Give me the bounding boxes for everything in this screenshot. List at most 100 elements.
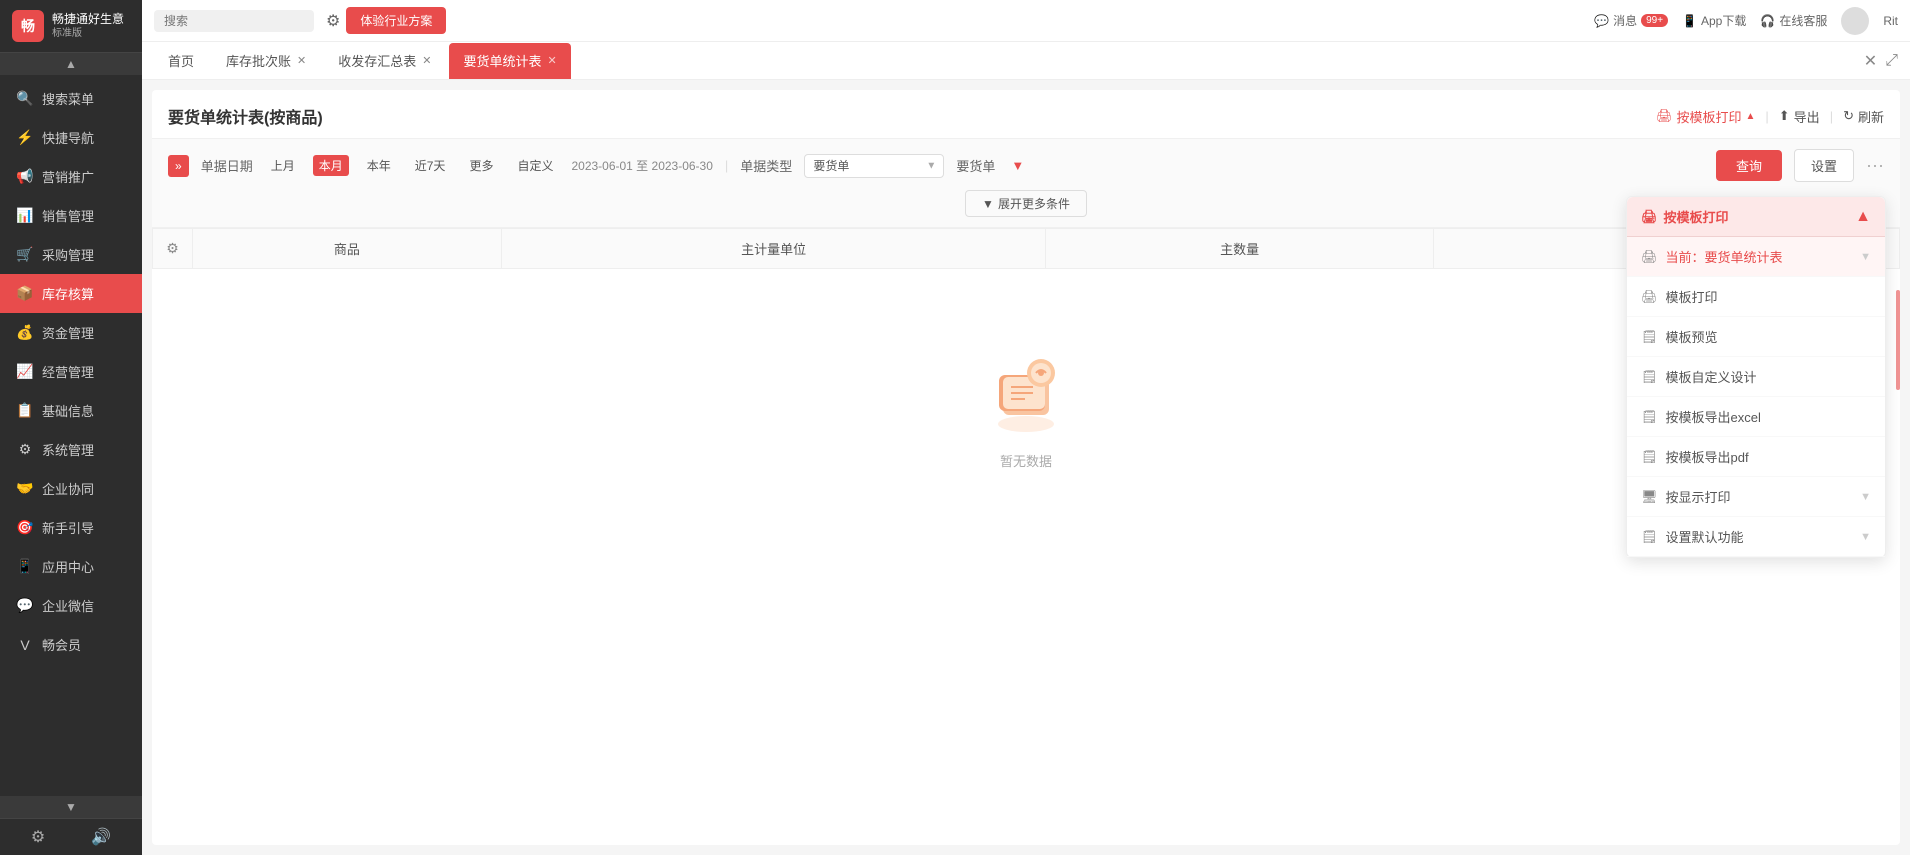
tabs-right: ✕ ⤢	[1864, 51, 1898, 71]
top-header: ⚙ 体验行业方案 💬 消息 99+ 📱 App下载 🎧 在线客服 Rit	[142, 0, 1910, 42]
sidebar-item-appcenter[interactable]: 📱 应用中心	[0, 547, 142, 586]
dropdown-header: 🖨 按模板打印 ▲	[1627, 197, 1885, 237]
date-btn-7days[interactable]: 近7天	[409, 155, 452, 176]
template-preview-icon: 🗒	[1641, 329, 1658, 345]
sidebar-scroll-up[interactable]: ▲	[0, 53, 142, 75]
refresh-button[interactable]: ↻ 刷新	[1843, 107, 1884, 126]
export-pdf-icon: 🗒	[1641, 449, 1658, 465]
date-btn-more[interactable]: 更多	[463, 155, 499, 176]
dropdown-current-template[interactable]: 🖨 当前：要货单统计表 ▼	[1627, 237, 1885, 277]
template-print-icon: 🖨	[1641, 289, 1658, 305]
main-area: ⚙ 体验行业方案 💬 消息 99+ 📱 App下载 🎧 在线客服 Rit	[142, 0, 1910, 855]
inventory-icon: 📦	[16, 285, 34, 302]
avatar[interactable]	[1841, 7, 1869, 35]
sidebar-item-basic[interactable]: 📋 基础信息	[0, 391, 142, 430]
app-download-item[interactable]: 📱 App下载	[1682, 12, 1746, 29]
tab-home[interactable]: 首页	[154, 43, 208, 79]
tab-inventory-batch[interactable]: 库存批次账 ✕	[212, 43, 320, 79]
sidebar-item-member[interactable]: V 畅会员	[0, 625, 142, 664]
chevron-down-icon: ▼	[982, 197, 994, 211]
tab-receipt-summary[interactable]: 收发存汇总表 ✕	[324, 43, 445, 79]
tab-close-all-btn[interactable]: ✕	[1864, 51, 1877, 71]
sidebar-item-shortcut[interactable]: ⚡ 快捷导航	[0, 118, 142, 157]
dropdown-item-template-custom[interactable]: 🗒 模板自定义设计	[1627, 357, 1885, 397]
sidebar-item-wechat[interactable]: 💬 企业微信	[0, 586, 142, 625]
dropdown-item-set-default[interactable]: 🗒 设置默认功能 ▼	[1627, 517, 1885, 557]
sidebar-item-marketing[interactable]: 📢 营销推广	[0, 157, 142, 196]
chevron-right-set-default: ▼	[1860, 531, 1871, 543]
tabs-bar: 首页 库存批次账 ✕ 收发存汇总表 ✕ 要货单统计表 ✕ ✕ ⤢	[142, 42, 1910, 80]
type-select[interactable]: 要货单	[804, 154, 944, 178]
export-excel-icon: 🗒	[1641, 409, 1658, 425]
date-filter-label: 单据日期	[201, 156, 253, 175]
filter-row: » 单据日期 上月 本月 本年 近7天 更多 自定义 2023-06-01 至 …	[168, 149, 1884, 182]
expand-more-conditions-btn[interactable]: ▼ 展开更多条件	[965, 190, 1087, 217]
title-actions: 🖨 按模板打印 ▲ | ⬆ 导出 | ↻ 刷新	[1656, 107, 1884, 126]
sidebar-speaker-btn[interactable]: 🔊	[91, 827, 111, 847]
tab-maximize-btn[interactable]: ⤢	[1885, 51, 1898, 71]
search-input[interactable]	[154, 10, 314, 32]
sidebar-item-system[interactable]: ⚙ 系统管理	[0, 430, 142, 469]
dropdown-item-export-pdf[interactable]: 🗒 按模板导出pdf	[1627, 437, 1885, 477]
tab-order-stats[interactable]: 要货单统计表 ✕	[449, 43, 570, 79]
enterprise-icon: 🤝	[16, 480, 34, 497]
header-actions: ⚙ 体验行业方案	[326, 7, 446, 34]
template-print-button[interactable]: 🖨 按模板打印 ▲	[1656, 107, 1755, 126]
query-button[interactable]: 查询	[1716, 150, 1782, 181]
settings-icon: ⚙	[31, 829, 45, 846]
online-service-item[interactable]: 🎧 在线客服	[1760, 12, 1827, 29]
sidebar-settings-btn[interactable]: ⚙	[31, 827, 45, 847]
service-icon: 🎧	[1760, 14, 1775, 28]
sidebar-item-inventory[interactable]: 📦 库存核算	[0, 274, 142, 313]
sidebar: 畅 畅捷通好生意 标准版 ▲ 🔍 搜索菜单 ⚡ 快捷导航 📢 营销推广 📊 销售…	[0, 0, 142, 855]
dropdown-item-display-print[interactable]: 🖥 按显示打印 ▼	[1627, 477, 1885, 517]
order-type-toggle[interactable]: ▼	[1007, 158, 1028, 173]
date-btn-custom[interactable]: 自定义	[511, 155, 559, 176]
marketing-icon: 📢	[16, 168, 34, 185]
gear-icon-th[interactable]: ⚙	[166, 240, 179, 256]
sidebar-item-operation[interactable]: 📈 经营管理	[0, 352, 142, 391]
header-right: 💬 消息 99+ 📱 App下载 🎧 在线客服 Rit	[1594, 7, 1898, 35]
th-unit: 主计量单位	[501, 229, 1046, 269]
settings-button[interactable]: 设置	[1794, 149, 1854, 182]
basic-icon: 📋	[16, 402, 34, 419]
sidebar-item-search[interactable]: 🔍 搜索菜单	[0, 79, 142, 118]
dropdown-item-template-preview[interactable]: 🗒 模板预览	[1627, 317, 1885, 357]
sidebar-item-purchase[interactable]: 🛒 采购管理	[0, 235, 142, 274]
date-btn-last-month[interactable]: 上月	[265, 155, 301, 176]
tab-close-order-stats[interactable]: ✕	[548, 54, 557, 67]
sidebar-footer: ⚙ 🔊	[0, 818, 142, 855]
filter-expand-icon[interactable]: »	[168, 155, 189, 177]
fund-icon: 💰	[16, 324, 34, 341]
header-gear-btn[interactable]: ⚙	[326, 11, 340, 31]
th-settings[interactable]: ⚙	[153, 229, 193, 269]
dropdown-close-btn[interactable]: ▲	[1855, 208, 1871, 226]
export-button[interactable]: ⬆ 导出	[1779, 107, 1820, 126]
sidebar-item-beginner[interactable]: 🎯 新手引导	[0, 508, 142, 547]
message-icon: 💬	[1594, 14, 1609, 28]
date-btn-this-month[interactable]: 本月	[313, 155, 349, 176]
display-print-icon: 🖥	[1641, 489, 1658, 505]
tab-close-receipt-summary[interactable]: ✕	[422, 54, 431, 67]
shortcut-icon: ⚡	[16, 129, 34, 146]
date-btn-this-year[interactable]: 本年	[361, 155, 397, 176]
logo-icon: 畅	[12, 10, 44, 42]
sidebar-item-sales[interactable]: 📊 销售管理	[0, 196, 142, 235]
dropdown-item-template-print[interactable]: 🖨 模板打印	[1627, 277, 1885, 317]
dropdown-header-left: 🖨 按模板打印	[1641, 207, 1729, 226]
refresh-icon: ↻	[1843, 108, 1854, 124]
download-icon: 📱	[1682, 14, 1697, 28]
wechat-icon: 💬	[16, 597, 34, 614]
message-badge-item[interactable]: 💬 消息 99+	[1594, 12, 1668, 29]
sidebar-scroll-down[interactable]: ▼	[0, 796, 142, 818]
current-template-icon: 🖨	[1641, 249, 1658, 265]
more-options-icon[interactable]: ···	[1866, 155, 1884, 176]
page-content: 要货单统计表(按商品) 🖨 按模板打印 ▲ | ⬆ 导出 | ↻	[142, 80, 1910, 855]
tab-close-inventory-batch[interactable]: ✕	[297, 54, 306, 67]
right-scrollbar[interactable]	[1896, 290, 1900, 390]
th-quantity: 主数量	[1046, 229, 1433, 269]
trial-button[interactable]: 体验行业方案	[346, 7, 446, 34]
dropdown-item-export-excel[interactable]: 🗒 按模板导出excel	[1627, 397, 1885, 437]
sidebar-item-fund[interactable]: 💰 资金管理	[0, 313, 142, 352]
sidebar-item-enterprise[interactable]: 🤝 企业协同	[0, 469, 142, 508]
